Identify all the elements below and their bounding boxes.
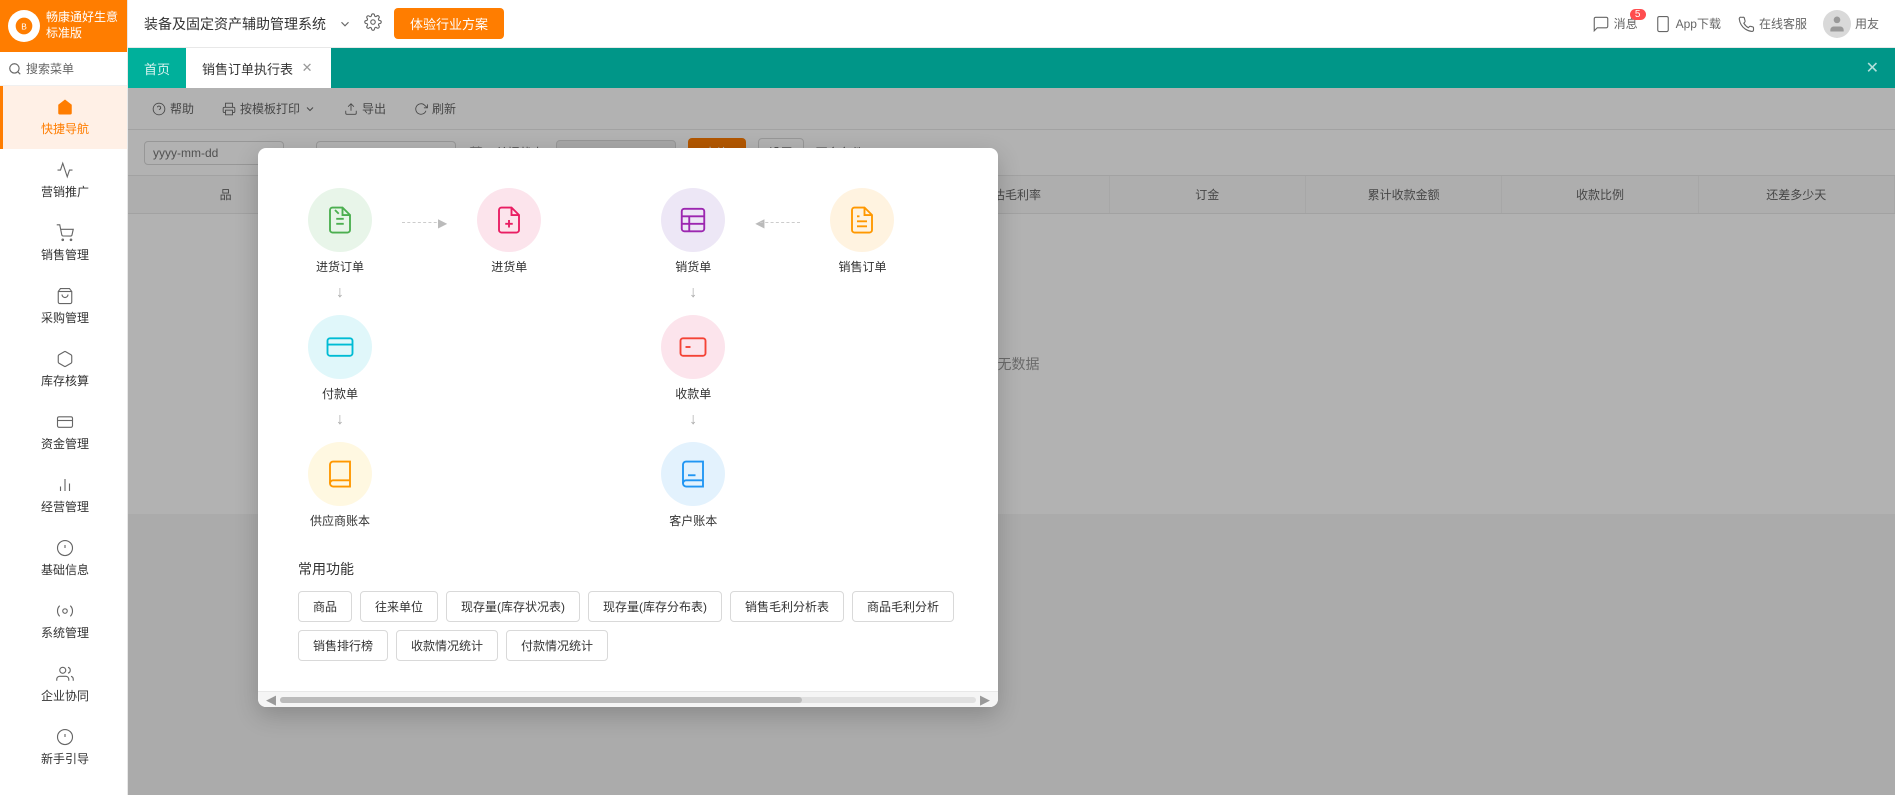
sidebar-item-system[interactable]: 系统管理 [0,590,127,653]
settings-icon[interactable] [364,13,382,34]
tab-home[interactable]: 首页 [128,48,186,88]
sales-bill-label: 销货单 [675,258,711,275]
flow-node-purchase-bill[interactable]: 进货单 [467,178,551,285]
top-header: 装备及固定资产辅助管理系统 体验行业方案 5 消息 App下载 [128,0,1895,48]
flow-node-sales-order[interactable]: 销售订单 [820,178,904,285]
system-title: 装备及固定资产辅助管理系统 [144,14,326,34]
modal: 进货订单 ↓ 付款单 [258,148,998,707]
sidebar-search[interactable]: 搜索菜单 [0,52,127,86]
modal-scrollbar: ◀ ▶ [258,691,998,707]
flow-node-supplier[interactable]: 供应商账本 [298,432,382,539]
func-btn-0[interactable]: 商品 [298,591,352,622]
svg-text:B: B [21,21,27,31]
flow-node-purchase-order[interactable]: 进货订单 [298,178,382,285]
common-funcs: 常用功能 商品 往来单位 现存量(库存状况表) 现存量(库存分布表) 销售毛利分… [298,559,958,661]
sidebar-item-sales[interactable]: 销售管理 [0,212,127,275]
tab-bar: 首页 销售订单执行表 ✕ ✕ [128,48,1895,88]
func-btn-7[interactable]: 收款情况统计 [396,630,498,661]
message-icon-item[interactable]: 5 消息 [1592,15,1638,33]
header-icons: 5 消息 App下载 在线客服 用友 [1592,10,1879,38]
sidebar-item-label: 基础信息 [41,561,89,578]
purchase-order-label: 进货订单 [316,258,364,275]
app-download-item[interactable]: App下载 [1654,15,1721,33]
sidebar-item-label: 营销推广 [41,183,89,200]
customer-label: 客户账本 [669,512,717,529]
sidebar-item-label: 系统管理 [41,624,89,641]
func-btn-5[interactable]: 商品毛利分析 [852,591,954,622]
tab-sales-order-label: 销售订单执行表 [202,59,293,78]
sidebar-nav: 快捷导航 营销推广 销售管理 采购管理 库存核算 资金管理 [0,86,127,795]
sidebar-item-label: 快捷导航 [41,120,89,137]
func-btn-8[interactable]: 付款情况统计 [506,630,608,661]
func-btn-1[interactable]: 往来单位 [360,591,438,622]
main-area: 装备及固定资产辅助管理系统 体验行业方案 5 消息 App下载 [128,0,1895,795]
sidebar-item-label: 销售管理 [41,246,89,263]
logo[interactable]: B 畅康通好生意 标准版 [0,0,127,52]
sales-order-label: 销售订单 [838,258,886,275]
scrollbar-track[interactable] [280,697,976,703]
user-avatar [1823,10,1851,38]
sidebar-item-guide[interactable]: 新手引导 [0,716,127,779]
system-dropdown[interactable] [338,17,352,31]
sidebar-item-label: 采购管理 [41,309,89,326]
tab-bar-close[interactable]: ✕ [1850,58,1895,78]
flow-node-sales-bill[interactable]: 销货单 [651,178,735,285]
modal-overlay[interactable]: 进货订单 ↓ 付款单 [128,88,1895,795]
tab-close-icon[interactable]: ✕ [299,60,315,76]
tab-home-label: 首页 [144,59,170,78]
sidebar-item-business[interactable]: 经营管理 [0,464,127,527]
logo-icon: B [8,10,40,42]
func-btn-6[interactable]: 销售排行榜 [298,630,388,661]
online-service-item[interactable]: 在线客服 [1737,15,1807,33]
sidebar-item-label: 经营管理 [41,498,89,515]
sidebar-item-enterprise[interactable]: 企业协同 [0,653,127,716]
sidebar-item-purchase[interactable]: 采购管理 [0,275,127,338]
user-name: 用友 [1855,15,1879,32]
online-service-label: 在线客服 [1759,15,1807,32]
app-download-label: App下载 [1676,15,1721,32]
flow-node-customer[interactable]: 客户账本 [651,432,735,539]
sidebar-item-inventory[interactable]: 库存核算 [0,338,127,401]
scrollbar-left[interactable]: ◀ [262,692,280,708]
sidebar-item-marketing[interactable]: 营销推广 [0,149,127,212]
try-button[interactable]: 体验行业方案 [394,8,504,39]
modal-content: 进货订单 ↓ 付款单 [258,148,998,691]
flow-node-payment[interactable]: 付款单 [298,305,382,412]
func-btn-4[interactable]: 销售毛利分析表 [730,591,844,622]
receipt-label: 收款单 [675,385,711,402]
scrollbar-thumb[interactable] [280,697,802,703]
sidebar-item-label: 资金管理 [41,435,89,452]
sidebar-item-label: 企业协同 [41,687,89,704]
sidebar-search-label: 搜索菜单 [26,60,74,77]
content-area: 帮助 按模板打印 导出 刷新 ~ [128,88,1895,795]
sidebar-item-label: 库存核算 [41,372,89,389]
message-badge: 5 [1630,9,1646,20]
func-btn-2[interactable]: 现存量(库存状况表) [446,591,580,622]
purchase-order-circle [308,188,372,252]
sidebar-item-label: 新手引导 [41,750,89,767]
scrollbar-right[interactable]: ▶ [976,692,994,708]
payment-label: 付款单 [322,385,358,402]
supplier-label: 供应商账本 [310,512,370,529]
common-funcs-title: 常用功能 [298,559,958,579]
func-buttons: 商品 往来单位 现存量(库存状况表) 现存量(库存分布表) 销售毛利分析表 商品… [298,591,958,661]
tab-sales-order[interactable]: 销售订单执行表 ✕ [186,48,331,88]
sidebar-item-quick-nav[interactable]: 快捷导航 [0,86,127,149]
sidebar-item-base-info[interactable]: 基础信息 [0,527,127,590]
logo-text: 畅康通好生意 标准版 [46,10,118,41]
sidebar-item-finance[interactable]: 资金管理 [0,401,127,464]
purchase-bill-label: 进货单 [491,258,527,275]
user-avatar-item[interactable]: 用友 [1823,10,1879,38]
sidebar: B 畅康通好生意 标准版 搜索菜单 快捷导航 营销推广 销售管理 [0,0,128,795]
func-btn-3[interactable]: 现存量(库存分布表) [588,591,722,622]
flow-node-receipt[interactable]: 收款单 [651,305,735,412]
